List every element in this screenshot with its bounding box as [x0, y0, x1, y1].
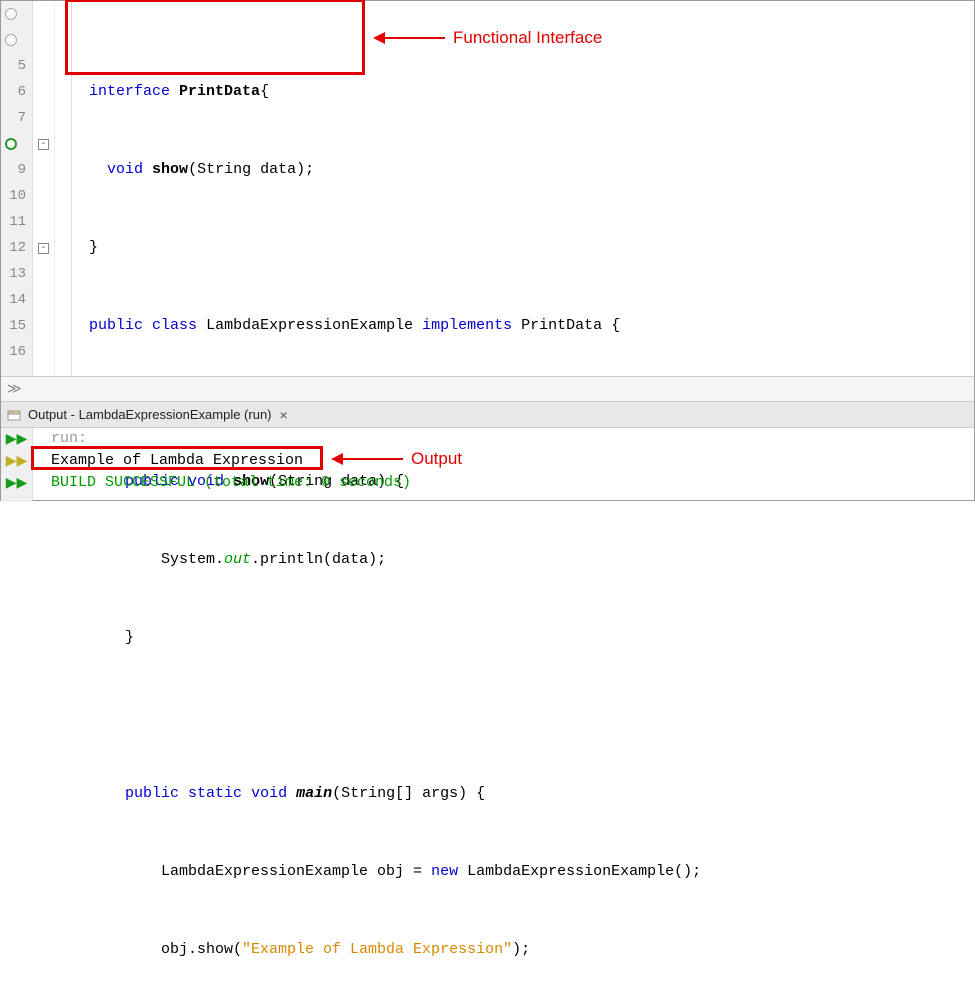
- line-number: 14: [1, 287, 26, 313]
- line-number: 11: [1, 209, 26, 235]
- rerun-icon[interactable]: ▶▶: [6, 453, 28, 470]
- code-line: }: [71, 235, 974, 261]
- code-line: interface PrintData{: [71, 79, 974, 105]
- code-line: [71, 703, 974, 729]
- override-icon[interactable]: [3, 136, 19, 152]
- code-line: LambdaExpressionExample obj = new Lambda…: [71, 859, 974, 885]
- code-content[interactable]: interface PrintData{ void show(String da…: [55, 1, 974, 376]
- annotation-functional-interface: Functional Interface: [375, 25, 602, 51]
- code-line: [71, 391, 974, 417]
- run-icon[interactable]: ▶▶: [6, 431, 28, 448]
- fold-toggle-icon[interactable]: -: [38, 139, 49, 150]
- line-number: 10: [1, 183, 26, 209]
- line-number-gutter: 5 6 7 9 10 11 12 13 14 15 16: [1, 1, 33, 376]
- line-number: 15: [1, 313, 26, 339]
- line-number: 5: [1, 53, 26, 79]
- output-panel: ▶▶ ▶▶ ▶▶ run: Example of Lambda Expressi…: [1, 428, 974, 502]
- line-number: 9: [1, 157, 26, 183]
- line-number: 6: [1, 79, 26, 105]
- line-number: 12: [1, 235, 26, 261]
- code-line: obj.show("Example of Lambda Expression")…: [71, 937, 974, 963]
- fold-toggle-icon[interactable]: -: [38, 243, 49, 254]
- fold-gutter: - -: [33, 1, 55, 376]
- output-line: Example of Lambda Expression: [51, 450, 974, 472]
- output-line: run:: [51, 428, 974, 450]
- output-content[interactable]: run: Example of Lambda Expression BUILD …: [33, 428, 974, 502]
- arrow-icon: [375, 37, 445, 39]
- line-number: 16: [1, 339, 26, 365]
- hint-icon[interactable]: [3, 6, 19, 22]
- line-number: 7: [1, 105, 26, 131]
- chevron-icon: ≫: [7, 381, 22, 398]
- run-icon[interactable]: ▶▶: [6, 475, 28, 492]
- output-icon: [7, 408, 23, 422]
- output-line: BUILD SUCCESSFUL (total time: 0 seconds): [51, 472, 974, 494]
- annotation-output: Output: [333, 448, 462, 470]
- code-editor: 5 6 7 9 10 11 12 13 14 15 16 - - interfa…: [1, 1, 974, 376]
- arrow-icon: [333, 458, 403, 460]
- output-gutter: ▶▶ ▶▶ ▶▶: [1, 428, 33, 502]
- code-line: }: [71, 625, 974, 651]
- code-line: System.out.println(data);: [71, 547, 974, 573]
- code-line: public class LambdaExpressionExample imp…: [71, 313, 974, 339]
- line-number: 13: [1, 261, 26, 287]
- hint-icon[interactable]: [3, 32, 19, 48]
- code-line: public static void main(String[] args) {: [71, 781, 974, 807]
- highlight-box-interface: [65, 0, 365, 75]
- code-line: void show(String data);: [71, 157, 974, 183]
